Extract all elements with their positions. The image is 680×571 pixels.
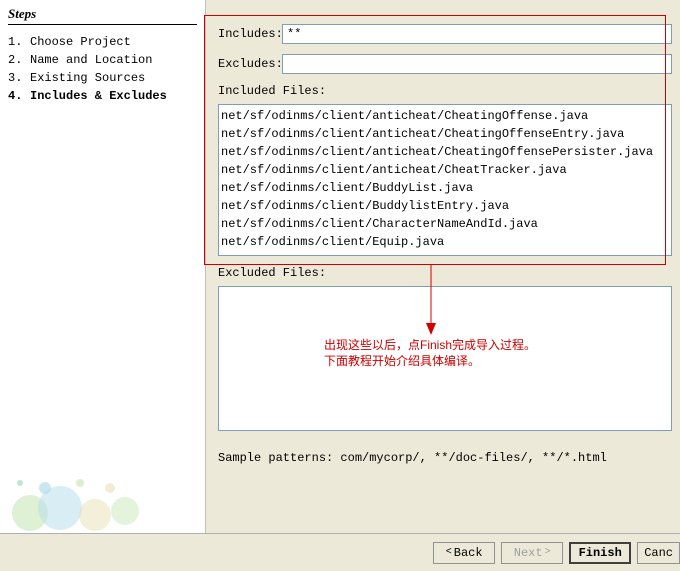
file-item[interactable]: net/sf/odinms/client/BuddyList.java [221,179,669,197]
included-files-list[interactable]: net/sf/odinms/client/anticheat/CheatingO… [218,104,672,256]
step-number: 4. [8,89,30,103]
steps-heading: Steps [8,6,197,25]
file-item[interactable]: net/sf/odinms/client/CharacterNameAndId.… [221,215,669,233]
annotation-text: 出现这些以后，点Finish完成导入过程。 下面教程开始介绍具体编译。 [324,337,536,369]
step-number: 2. [8,53,30,67]
step-label: Existing Sources [30,71,145,85]
back-button[interactable]: < Back [433,542,495,564]
steps-list: 1. Choose Project 2. Name and Location 3… [8,35,197,103]
step-item: 1. Choose Project [8,35,197,49]
cancel-button-label: Canc [644,546,673,560]
sample-patterns: Sample patterns: com/mycorp/, **/doc-fil… [218,451,672,465]
excluded-files-list[interactable]: 出现这些以后，点Finish完成导入过程。 下面教程开始介绍具体编译。 [218,286,672,431]
step-label: Includes & Excludes [30,89,167,103]
cancel-button[interactable]: Canc [637,542,680,564]
chevron-right-icon: > [545,547,551,558]
step-label: Name and Location [30,53,152,67]
finish-button-label: Finish [579,546,622,560]
step-item-active: 4. Includes & Excludes [8,89,197,103]
step-label: Choose Project [30,35,131,49]
next-button: Next > [501,542,563,564]
step-number: 3. [8,71,30,85]
excludes-input[interactable] [282,54,672,74]
step-item: 3. Existing Sources [8,71,197,85]
decorative-bubbles [0,433,200,533]
steps-panel: Steps 1. Choose Project 2. Name and Loca… [0,0,205,533]
next-button-label: Next [514,546,543,560]
file-item[interactable]: net/sf/odinms/client/Equip.java [221,233,669,251]
file-item[interactable]: net/sf/odinms/client/anticheat/CheatTrac… [221,161,669,179]
step-number: 1. [8,35,30,49]
finish-button[interactable]: Finish [569,542,631,564]
button-bar: < Back Next > Finish Canc [0,533,680,571]
includes-label: Includes: [218,27,282,41]
file-item[interactable]: net/sf/odinms/client/anticheat/CheatingO… [221,125,669,143]
excludes-label: Excludes: [218,57,282,71]
excluded-files-label: Excluded Files: [218,266,672,280]
file-item[interactable]: net/sf/odinms/client/BuddylistEntry.java [221,197,669,215]
included-files-label: Included Files: [218,84,672,98]
main-panel: Includes: Excludes: Included Files: net/… [205,0,680,533]
file-item[interactable]: net/sf/odinms/client/anticheat/CheatingO… [221,143,669,161]
back-button-label: Back [454,546,483,560]
includes-input[interactable] [282,24,672,44]
includes-row: Includes: [218,24,672,44]
chevron-left-icon: < [446,547,452,558]
file-item[interactable]: net/sf/odinms/client/anticheat/CheatingO… [221,107,669,125]
annotation-line: 出现这些以后，点Finish完成导入过程。 [324,338,536,352]
annotation-line: 下面教程开始介绍具体编译。 [324,354,480,368]
excludes-row: Excludes: [218,54,672,74]
step-item: 2. Name and Location [8,53,197,67]
